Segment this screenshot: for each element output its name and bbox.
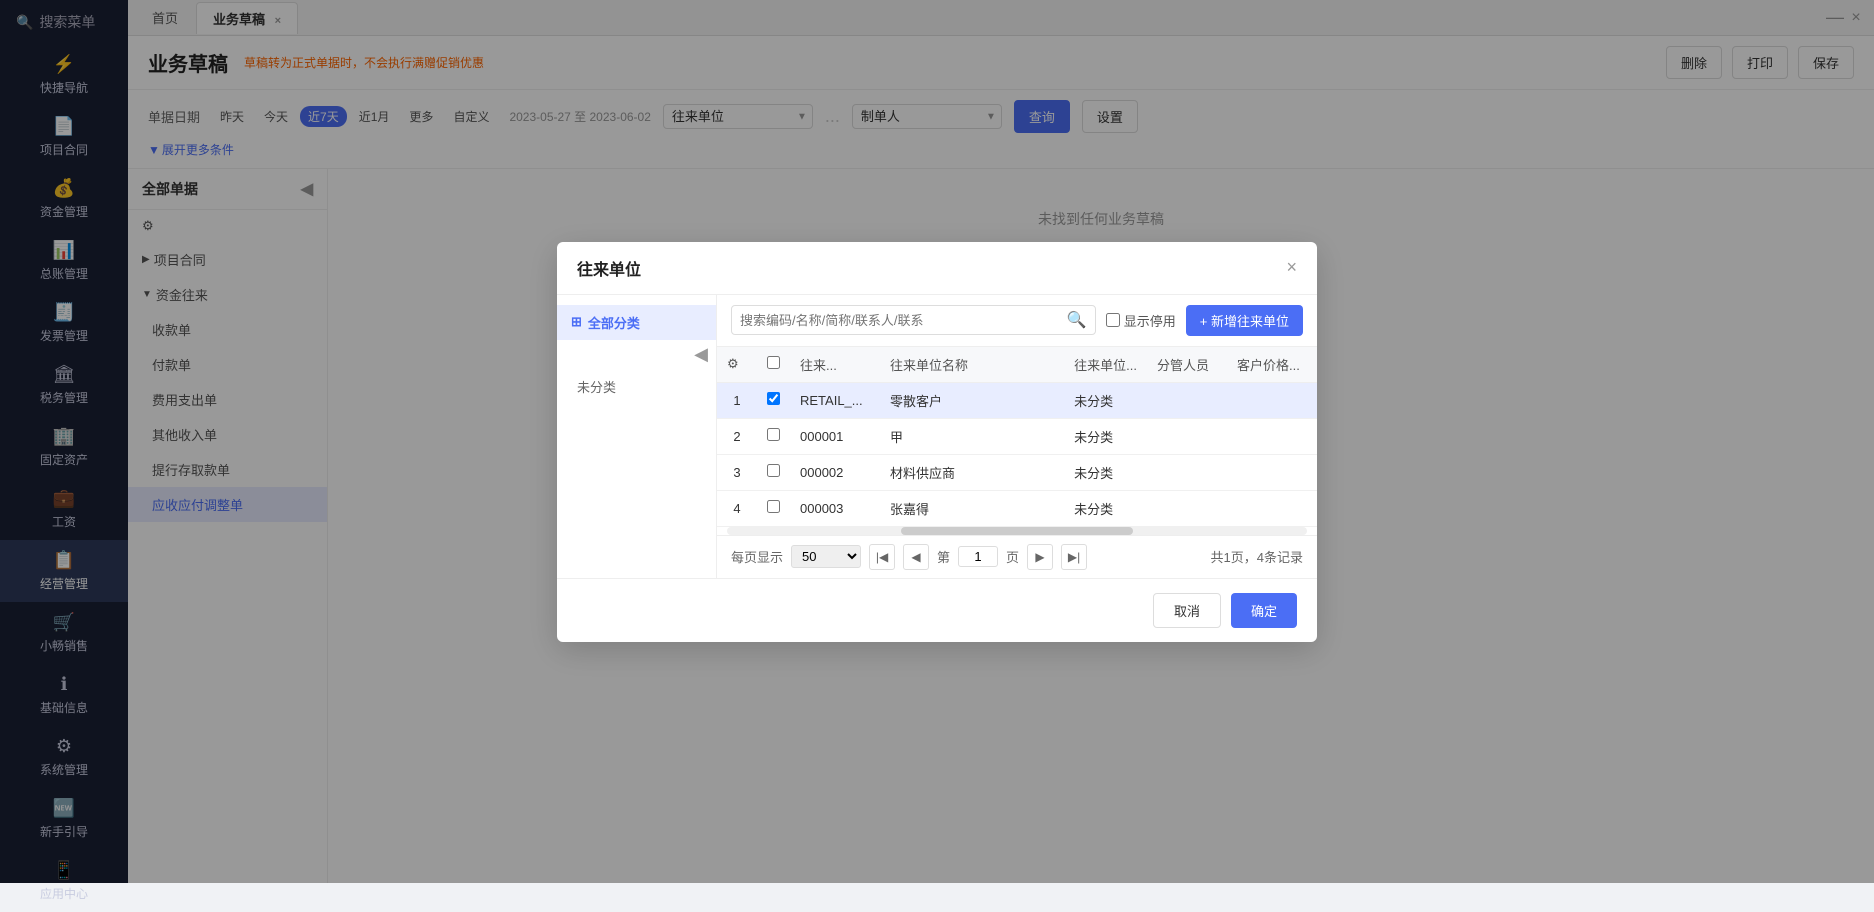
row-person [1147, 418, 1227, 454]
row-price [1227, 418, 1317, 454]
row-code: 000003 [790, 490, 880, 526]
row-num: 3 [717, 454, 757, 490]
search-input[interactable] [740, 313, 1061, 328]
modal-cat-all[interactable]: ⊞ 全部分类 [557, 305, 716, 340]
page-label: 第 [937, 547, 950, 566]
row-num: 4 [717, 490, 757, 526]
col-header-check [757, 347, 790, 383]
row-checkbox[interactable] [767, 464, 780, 477]
total-info: 共1页，4条记录 [1211, 547, 1303, 566]
col-header-name: 往来单位名称 [880, 347, 1064, 383]
table-row[interactable]: 1 RETAIL_... 零散客户 未分类 [717, 382, 1317, 418]
row-code: RETAIL_... [790, 382, 880, 418]
col-header-code: 往来... [790, 347, 880, 383]
modal-close-btn[interactable]: × [1286, 257, 1297, 278]
row-checkbox[interactable] [767, 392, 780, 405]
col-header-price: 客户价格... [1227, 347, 1317, 383]
scroll-thumb[interactable] [901, 527, 1133, 535]
row-check [757, 418, 790, 454]
search-wrap: 🔍 [731, 305, 1096, 335]
modal-body: ⊞ 全部分类 ◀ 未分类 🔍 [557, 295, 1317, 578]
show-disabled-checkbox[interactable] [1106, 313, 1120, 327]
row-checkbox[interactable] [767, 500, 780, 513]
table-row[interactable]: 2 000001 甲 未分类 [717, 418, 1317, 454]
page-first-btn[interactable]: |◀ [869, 544, 895, 570]
row-category: 未分类 [1064, 490, 1147, 526]
row-category: 未分类 [1064, 418, 1147, 454]
partner-modal: 往来单位 × ⊞ 全部分类 ◀ 未分类 [557, 242, 1317, 642]
row-person [1147, 490, 1227, 526]
row-check [757, 490, 790, 526]
row-name: 张嘉得 [880, 490, 1064, 526]
modal-table: ⚙ 往来... 往来单位名称 往来单位... 分管人员 客户价格... [717, 347, 1317, 527]
modal-title: 往来单位 [577, 256, 641, 280]
row-category: 未分类 [1064, 382, 1147, 418]
row-code: 000001 [790, 418, 880, 454]
row-name: 零散客户 [880, 382, 1064, 418]
page-suffix: 页 [1006, 547, 1019, 566]
modal-actions: 取消 确定 [557, 578, 1317, 642]
page-next-btn[interactable]: ▶ [1027, 544, 1053, 570]
row-name: 材料供应商 [880, 454, 1064, 490]
row-price [1227, 490, 1317, 526]
show-disabled-wrap: 显示停用 [1106, 311, 1176, 330]
page-prev-btn[interactable]: ◀ [903, 544, 929, 570]
modal-header: 往来单位 × [557, 242, 1317, 295]
page-last-btn[interactable]: ▶| [1061, 544, 1087, 570]
table-row[interactable]: 4 000003 张嘉得 未分类 [717, 490, 1317, 526]
add-partner-btn[interactable]: + 新增往来单位 [1186, 305, 1303, 336]
modal-categories: ⊞ 全部分类 ◀ 未分类 [557, 295, 717, 578]
table-row[interactable]: 3 000002 材料供应商 未分类 [717, 454, 1317, 490]
row-price [1227, 382, 1317, 418]
search-icon: 🔍 [1067, 310, 1087, 330]
row-name: 甲 [880, 418, 1064, 454]
row-person [1147, 454, 1227, 490]
row-num: 2 [717, 418, 757, 454]
col-header-person: 分管人员 [1147, 347, 1227, 383]
grid-icon: ⊞ [571, 314, 582, 330]
row-check [757, 454, 790, 490]
select-all-checkbox[interactable] [767, 356, 780, 369]
sidebar-item-label: 应用中心 [40, 885, 88, 902]
page-input[interactable] [958, 546, 998, 567]
pagination-bar: 每页显示 50 100 |◀ ◀ 第 页 ▶ ▶| 共1页，4条记录 [717, 535, 1317, 578]
modal-collapse-btn[interactable]: ◀ [694, 344, 708, 365]
col-header-settings: ⚙ [717, 347, 757, 383]
row-code: 000002 [790, 454, 880, 490]
modal-cat-unclassified[interactable]: 未分类 [557, 369, 716, 404]
row-checkbox[interactable] [767, 428, 780, 441]
modal-content: 🔍 显示停用 + 新增往来单位 ⚙ [717, 295, 1317, 578]
show-disabled-label: 显示停用 [1124, 311, 1176, 330]
row-check [757, 382, 790, 418]
modal-overlay[interactable]: 往来单位 × ⊞ 全部分类 ◀ 未分类 [0, 0, 1874, 883]
modal-toolbar: 🔍 显示停用 + 新增往来单位 [717, 295, 1317, 347]
confirm-button[interactable]: 确定 [1231, 593, 1297, 628]
cancel-button[interactable]: 取消 [1153, 593, 1221, 628]
per-page-select[interactable]: 50 100 [791, 545, 861, 568]
row-person [1147, 382, 1227, 418]
per-page-label: 每页显示 [731, 547, 783, 566]
row-category: 未分类 [1064, 454, 1147, 490]
row-price [1227, 454, 1317, 490]
horizontal-scrollbar[interactable] [727, 527, 1307, 535]
col-header-category: 往来单位... [1064, 347, 1147, 383]
row-num: 1 [717, 382, 757, 418]
